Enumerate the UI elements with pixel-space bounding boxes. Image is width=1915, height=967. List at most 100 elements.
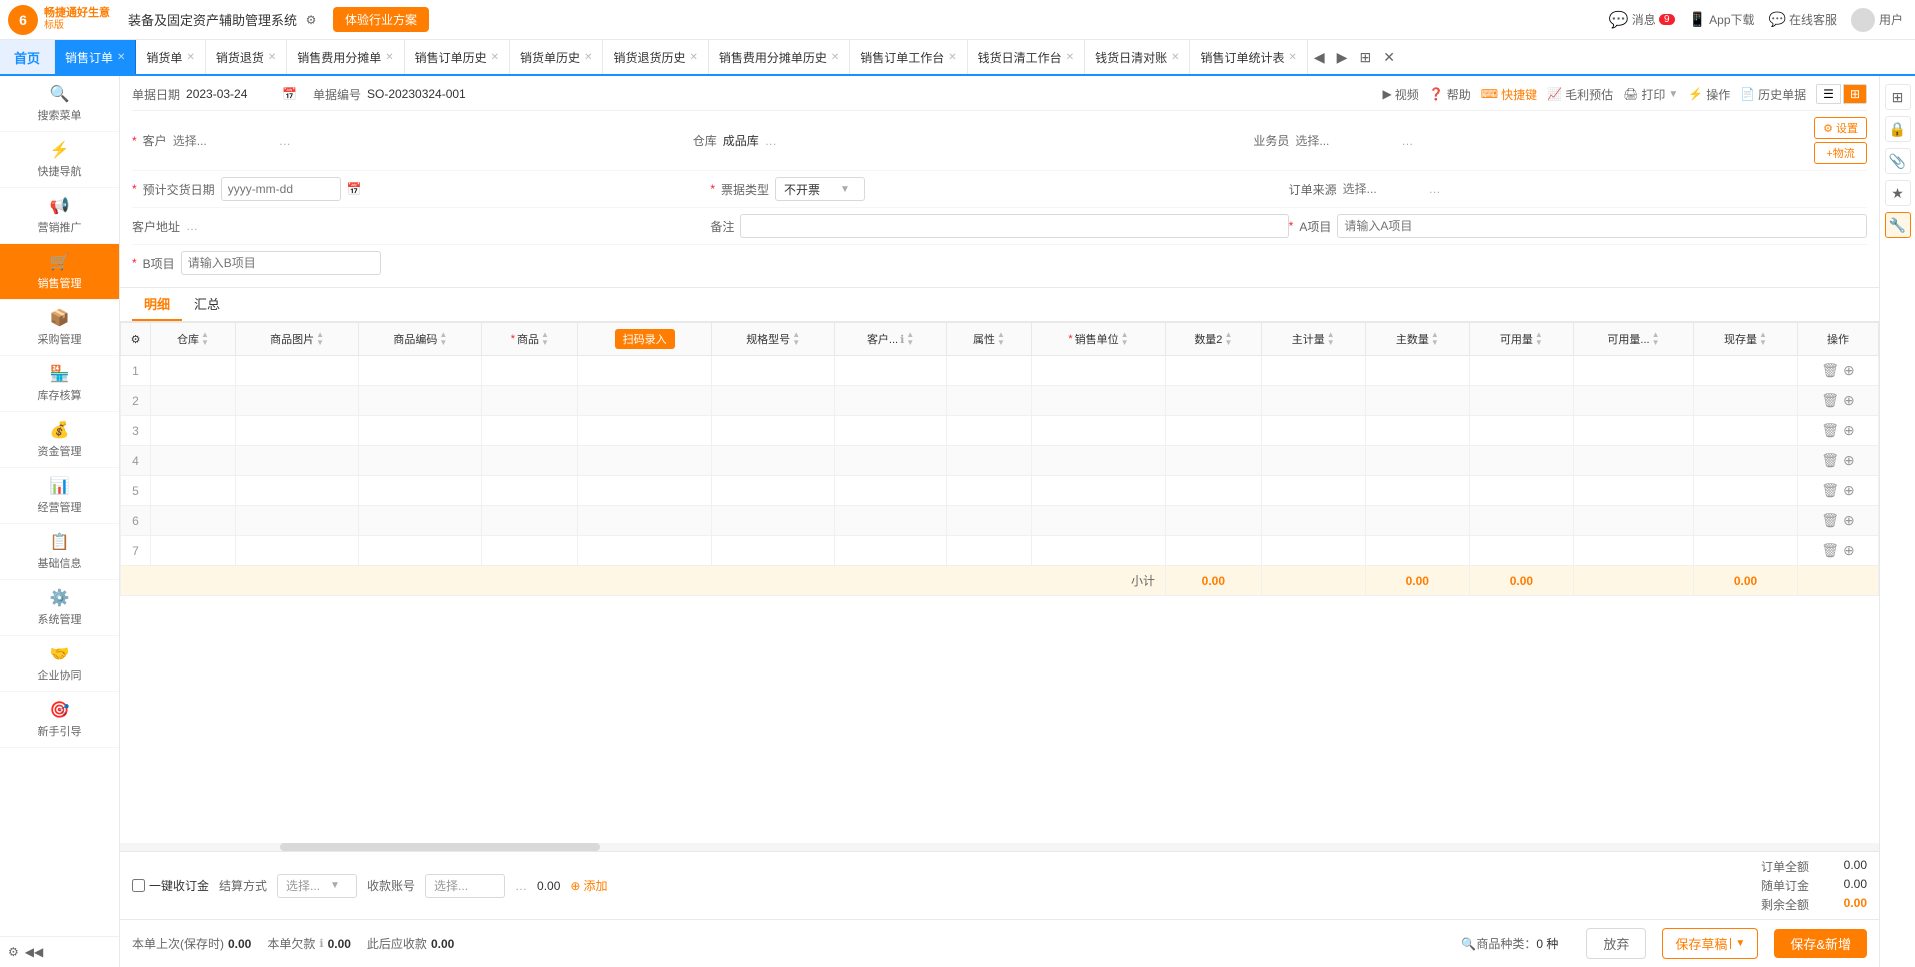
cell-qty2-1[interactable] — [1166, 356, 1262, 386]
delete-row-6-icon[interactable]: 🗑 — [1821, 512, 1839, 529]
delete-row-4-icon[interactable]: 🗑 — [1821, 452, 1839, 469]
tab-workbench[interactable]: 销售订单工作台 ✕ — [850, 40, 967, 74]
col-available2[interactable]: 可用量...▲▼ — [1573, 323, 1693, 356]
expected-date-calendar-icon[interactable]: 📅 — [347, 182, 362, 196]
copy-row-4-icon[interactable]: ⊕ — [1843, 452, 1855, 469]
right-panel-icon-1[interactable]: 🔒 — [1885, 116, 1911, 142]
cell-attribute-2[interactable] — [946, 386, 1031, 416]
settings-side-btn[interactable]: ⚙ 设置 — [1814, 117, 1867, 139]
scrollbar-thumb[interactable] — [280, 843, 600, 851]
cell-spec-2[interactable] — [712, 386, 835, 416]
app-download-btn[interactable]: 📱 App下载 — [1689, 11, 1755, 28]
sidebar-item-operation[interactable]: 📊 经营管理 — [0, 468, 119, 524]
tab-home[interactable]: 首页 — [0, 40, 55, 74]
cell-available2-2[interactable] — [1573, 386, 1693, 416]
tab-close-all[interactable]: ✕ — [1377, 40, 1401, 74]
tab-fee-history[interactable]: 销售费用分摊单历史 ✕ — [709, 40, 850, 74]
save-draft-dropdown-icon[interactable]: ▼ — [1730, 938, 1745, 949]
col-main-qty[interactable]: 主数量▲▼ — [1365, 323, 1469, 356]
cell-main-qty-2[interactable] — [1365, 386, 1469, 416]
cell-current-stock-1[interactable] — [1693, 356, 1797, 386]
expected-date-input[interactable] — [221, 177, 341, 201]
cell-qty2-2[interactable] — [1166, 386, 1262, 416]
cell-current-stock-2[interactable] — [1693, 386, 1797, 416]
sidebar-item-search[interactable]: 🔍 搜索菜单 — [0, 76, 119, 132]
table-settings-icon[interactable]: ⚙ — [131, 334, 141, 346]
copy-row-5-icon[interactable]: ⊕ — [1843, 482, 1855, 499]
customer-ellipsis[interactable]: … — [279, 134, 291, 148]
print-btn[interactable]: 🖨 打印 ▼ — [1623, 86, 1678, 103]
help-btn[interactable]: ❓ 帮助 — [1429, 86, 1471, 103]
sidebar-settings-icon[interactable]: ⚙ — [8, 945, 19, 959]
cell-image-2[interactable] — [235, 386, 358, 416]
copy-row-2-icon[interactable]: ⊕ — [1843, 392, 1855, 409]
copy-row-7-icon[interactable]: ⊕ — [1843, 542, 1855, 559]
col-warehouse[interactable]: 仓库▲▼ — [151, 323, 236, 356]
tab-sales-order[interactable]: 销售订单 ✕ — [55, 40, 136, 74]
warehouse-ellipsis[interactable]: … — [765, 134, 777, 148]
col-settings[interactable]: ⚙ — [121, 323, 151, 356]
copy-row-3-icon[interactable]: ⊕ — [1843, 422, 1855, 439]
bank-ellipsis[interactable]: … — [515, 879, 527, 893]
sidebar-item-basic[interactable]: 📋 基础信息 — [0, 524, 119, 580]
industry-btn[interactable]: 体验行业方案 — [333, 7, 429, 32]
add-btn[interactable]: ⊕ 添加 — [570, 877, 607, 894]
cell-available2-1[interactable] — [1573, 356, 1693, 386]
tab-sales-order-close[interactable]: ✕ — [117, 52, 125, 63]
salesperson-input[interactable] — [1295, 134, 1395, 148]
delete-row-1-icon[interactable]: 🗑 — [1821, 362, 1839, 379]
col-customer-code[interactable]: 客户...ℹ▲▼ — [835, 323, 947, 356]
tab-expand[interactable]: ⊞ — [1353, 40, 1377, 74]
tab-sales-goods-close[interactable]: ✕ — [186, 52, 194, 63]
card-view-btn[interactable]: ⊞ — [1843, 84, 1867, 104]
customer-address-ellipsis[interactable]: … — [186, 219, 198, 233]
sidebar-item-purchase[interactable]: 📦 采购管理 — [0, 300, 119, 356]
col-main-unit[interactable]: 主计量▲▼ — [1261, 323, 1365, 356]
cell-customer-code-1[interactable] — [835, 356, 947, 386]
operation-btn[interactable]: ⚡ 操作 — [1688, 86, 1730, 103]
cell-scan-1[interactable] — [578, 356, 712, 386]
col-current-stock[interactable]: 现存量▲▼ — [1693, 323, 1797, 356]
cell-attribute-1[interactable] — [946, 356, 1031, 386]
copy-row-1-icon[interactable]: ⊕ — [1843, 362, 1855, 379]
save-draft-btn[interactable]: 保存草稿 ▼ — [1662, 928, 1758, 959]
tab-fee-split[interactable]: 销售费用分摊单 ✕ — [287, 40, 404, 74]
salesperson-ellipsis[interactable]: … — [1401, 134, 1413, 148]
col-product[interactable]: *商品▲▼ — [482, 323, 578, 356]
invoice-type-select[interactable]: 不开票 ▼ — [775, 177, 865, 201]
col-qty2[interactable]: 数量2▲▼ — [1166, 323, 1262, 356]
cell-main-unit-1[interactable] — [1261, 356, 1365, 386]
col-code[interactable]: 商品编码▲▼ — [359, 323, 482, 356]
sidebar-item-system[interactable]: ⚙️ 系统管理 — [0, 580, 119, 636]
note-input[interactable] — [740, 214, 1288, 238]
bank-account-select[interactable]: 选择... — [425, 874, 505, 898]
cell-product-1[interactable] — [482, 356, 578, 386]
order-source-ellipsis[interactable]: … — [1429, 182, 1441, 196]
sidebar-item-guide[interactable]: 🎯 新手引导 — [0, 692, 119, 748]
a-project-input[interactable] — [1337, 214, 1867, 238]
col-scan[interactable]: 扫码录入 — [578, 323, 712, 356]
sidebar-item-inventory[interactable]: 🏪 库存核算 — [0, 356, 119, 412]
logistics-btn[interactable]: +物流 — [1814, 142, 1867, 164]
video-btn[interactable]: ▶ 视频 — [1383, 86, 1419, 103]
col-available[interactable]: 可用量▲▼ — [1469, 323, 1573, 356]
col-spec[interactable]: 规格型号▲▼ — [712, 323, 835, 356]
sidebar-collapse-icon[interactable]: ◀◀ — [25, 945, 43, 959]
tab-detail[interactable]: 明细 — [132, 288, 182, 321]
col-image[interactable]: 商品图片▲▼ — [235, 323, 358, 356]
calendar-icon[interactable]: 📅 — [282, 87, 297, 101]
cell-image-1[interactable] — [235, 356, 358, 386]
list-view-btn[interactable]: ☰ — [1816, 84, 1841, 104]
horizontal-scrollbar[interactable] — [120, 843, 1879, 851]
save-new-btn[interactable]: 保存&新增 — [1774, 929, 1867, 958]
tab-summary[interactable]: 汇总 — [182, 288, 232, 321]
online-service-btn[interactable]: 💬 在线客服 — [1769, 11, 1837, 28]
cell-spec-1[interactable] — [712, 356, 835, 386]
tab-next-arrow[interactable]: ▶ — [1331, 40, 1354, 74]
delete-row-3-icon[interactable]: 🗑 — [1821, 422, 1839, 439]
discard-btn[interactable]: 放弃 — [1586, 928, 1646, 959]
sidebar-item-quick-nav[interactable]: ⚡ 快捷导航 — [0, 132, 119, 188]
order-source-input[interactable] — [1343, 182, 1423, 196]
system-settings-icon[interactable]: ⚙ — [297, 6, 325, 34]
tab-sales-goods[interactable]: 销货单 ✕ — [136, 40, 205, 74]
